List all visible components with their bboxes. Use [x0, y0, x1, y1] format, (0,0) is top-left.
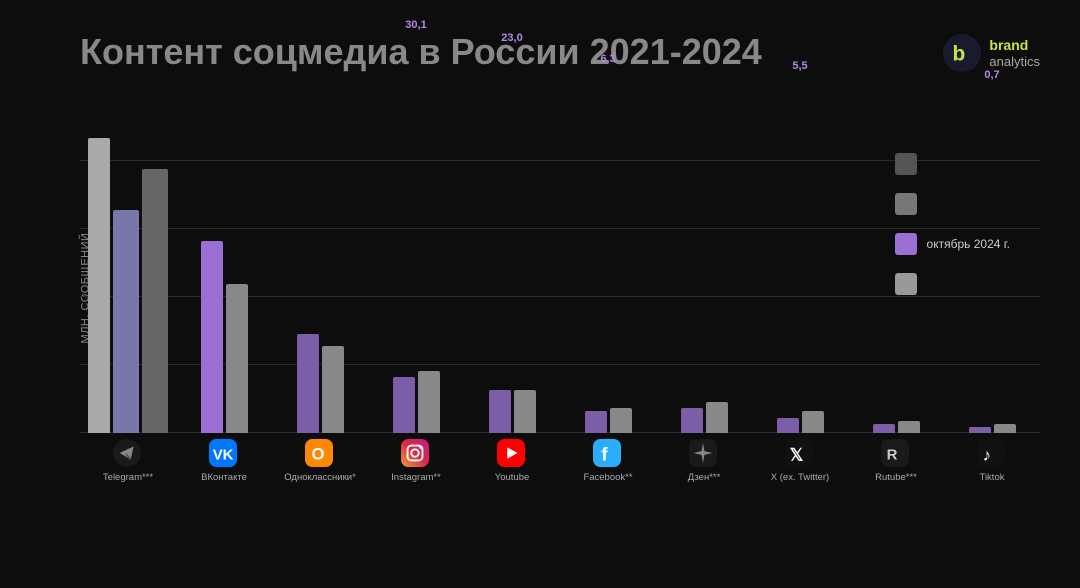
bar-extra: [88, 138, 110, 433]
platform-icon-8: R: [881, 439, 911, 469]
legend-row-4: [895, 273, 1010, 295]
bar-gray: [898, 421, 920, 433]
bar-gray: [142, 169, 168, 433]
title-years: 2021-2024: [590, 31, 762, 72]
svg-text:f: f: [601, 444, 608, 465]
legend-box-purple: [895, 233, 917, 255]
bar-gray: [706, 402, 728, 433]
bar-purple: [969, 427, 991, 433]
platform-name-label: Instagram**: [391, 472, 441, 483]
bar-gray: [802, 411, 824, 433]
platform-name-label: Telegram***: [103, 472, 153, 483]
bar-purple: [201, 241, 223, 434]
legend-row-3: октябрь 2024 г.: [895, 233, 1010, 255]
bar-gray: [994, 424, 1016, 433]
bar-group-instagram: 30,1: [368, 93, 464, 433]
platform-name-label: Tiktok: [980, 472, 1005, 483]
legend-row-2: [895, 193, 1010, 215]
platform-name-label: X (ex. Twitter): [771, 472, 829, 483]
bar-purple: [873, 424, 895, 433]
svg-text:R: R: [887, 447, 898, 464]
main-container: Контент соцмедиа в России 2021-2024 b br…: [0, 0, 1080, 588]
legend-row-1: [895, 153, 1010, 175]
logo-icon: b: [943, 34, 981, 72]
x-labels: Telegram*** VK ВКонтакте O Одноклассники* Ins…: [80, 439, 1040, 483]
bar-gray: [322, 346, 344, 433]
legend-box-dark: [895, 153, 917, 175]
platform-icon-3: [401, 439, 431, 469]
x-label-: VK ВКонтакте: [176, 439, 272, 483]
bar-purple: [489, 390, 511, 433]
bar-value-label: 5,5: [792, 60, 807, 72]
bar-gray: [514, 390, 536, 433]
bar-purple: [113, 210, 139, 434]
bar-purple: [777, 418, 799, 434]
logo-brand: brand: [989, 37, 1040, 54]
x-label-: Дзен***: [656, 439, 752, 483]
bar-group-: 154,0: [272, 93, 368, 433]
platform-name-label: Одноклассники*: [284, 472, 356, 483]
bar-value-label: 23,0: [501, 32, 522, 44]
x-label-rutube: R Rutube***: [848, 439, 944, 483]
x-label-telegram: Telegram***: [80, 439, 176, 483]
logo-text: brand analytics: [989, 37, 1040, 69]
x-label-xextwitter: 𝕏 X (ex. Twitter): [752, 439, 848, 483]
platform-icon-1: VK: [209, 439, 239, 469]
bar-purple: [585, 411, 607, 433]
platform-icon-7: 𝕏: [785, 439, 815, 469]
right-legend: октябрь 2024 г.: [895, 153, 1010, 295]
bar-group-xextwitter: 5,5: [752, 93, 848, 433]
platform-name-label: Rutube***: [875, 472, 917, 483]
svg-text:♪: ♪: [983, 446, 991, 465]
brand-logo: b brand analytics: [943, 34, 1040, 72]
bar-group-telegram: [80, 93, 176, 433]
bar-group-youtube: 23,0: [464, 93, 560, 433]
bar-purple: [681, 408, 703, 433]
svg-text:VK: VK: [213, 447, 234, 464]
legend-october: октябрь 2024 г.: [927, 237, 1010, 251]
svg-text:O: O: [312, 445, 325, 464]
bar-group-: 378,0: [176, 93, 272, 433]
x-label-tiktok: ♪ Tiktok: [944, 439, 1040, 483]
bar-purple: [297, 334, 319, 433]
bar-group-facebook: 6,3: [560, 93, 656, 433]
bar-gray: [418, 371, 440, 433]
svg-text:b: b: [953, 43, 966, 66]
platform-name-label: Youtube: [495, 472, 530, 483]
bar-value-label: 0,7: [984, 69, 999, 81]
svg-text:𝕏: 𝕏: [790, 446, 804, 465]
legend-box-mid: [895, 193, 917, 215]
bar-gray: [226, 284, 248, 433]
x-label-: O Одноклассники*: [272, 439, 368, 483]
platform-icon-4: [497, 439, 527, 469]
header: Контент соцмедиа в России 2021-2024 b br…: [80, 30, 1040, 73]
bar-value-label: 6,3: [600, 53, 615, 65]
bar-purple: [393, 377, 415, 433]
platform-icon-0: [113, 439, 143, 469]
platform-name-label: Дзен***: [688, 472, 721, 483]
bar-group-: [656, 93, 752, 433]
bar-gray: [610, 408, 632, 433]
platform-icon-9: ♪: [977, 439, 1007, 469]
platform-name-label: ВКонтакте: [201, 472, 247, 483]
legend-box-gray: [895, 273, 917, 295]
page-title: Контент соцмедиа в России 2021-2024: [80, 30, 762, 73]
x-label-instagram: Instagram**: [368, 439, 464, 483]
chart-area: МЛН. СООБЩЕНИЙ 378,0154,030,123,06,35,50…: [80, 93, 1040, 483]
platform-icon-2: O: [305, 439, 335, 469]
platform-icon-5: f: [593, 439, 623, 469]
logo-analytics: analytics: [989, 54, 1040, 70]
platform-name-label: Facebook**: [583, 472, 632, 483]
bar-value-label: 30,1: [405, 19, 426, 31]
x-label-youtube: Youtube: [464, 439, 560, 483]
x-label-facebook: f Facebook**: [560, 439, 656, 483]
platform-icon-6: [689, 439, 719, 469]
